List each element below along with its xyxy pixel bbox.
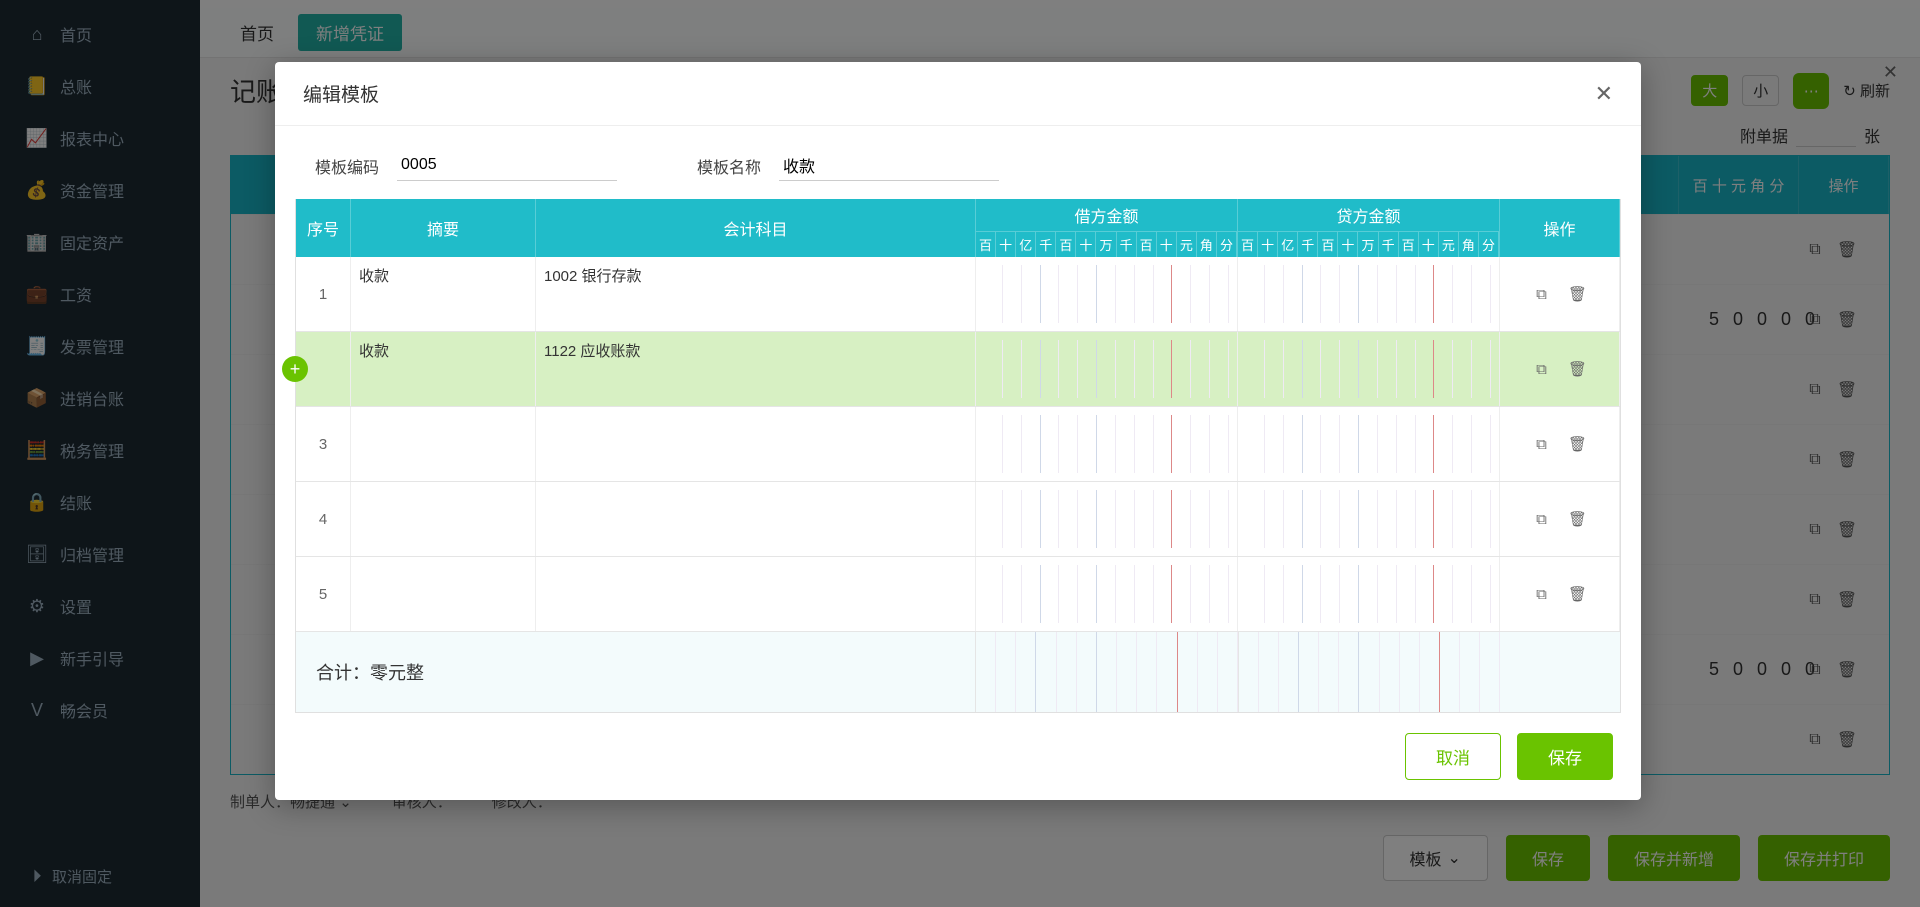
unit-cell: 十	[996, 232, 1016, 257]
copy-row-icon[interactable]: ⧉	[1533, 360, 1551, 378]
row-summary[interactable]	[351, 482, 536, 556]
amount-grid[interactable]	[976, 482, 1238, 556]
unit-cell: 亿	[1016, 232, 1036, 257]
template-code-input[interactable]	[397, 150, 617, 181]
delete-row-icon[interactable]: 🗑	[1569, 435, 1587, 453]
table-row: 收款1122 应收账款⧉🗑+	[296, 332, 1620, 407]
row-op: ⧉🗑	[1500, 332, 1620, 406]
amount-grid[interactable]	[976, 257, 1238, 331]
col-debit: 借方金额 百十亿千百十万千百十元角分	[976, 199, 1238, 257]
row-summary[interactable]	[351, 557, 536, 631]
unit-cell: 十	[1338, 232, 1358, 257]
unit-cell: 百	[1399, 232, 1419, 257]
table-row: 3⧉🗑	[296, 407, 1620, 482]
row-account[interactable]: 1122 应收账款	[536, 332, 976, 406]
modal-title: 编辑模板	[303, 80, 379, 107]
unit-cell: 百	[1137, 232, 1157, 257]
unit-cell: 亿	[1278, 232, 1298, 257]
edit-template-modal: 编辑模板 ✕ 模板编码 模板名称 序号 摘要 会计科目 借方金额 百十亿千百十万…	[275, 62, 1641, 800]
row-summary[interactable]: 收款	[351, 257, 536, 331]
unit-cell: 十	[1419, 232, 1439, 257]
row-op: ⧉🗑	[1500, 407, 1620, 481]
amount-grid[interactable]	[976, 407, 1238, 481]
template-name-input[interactable]	[779, 150, 999, 181]
unit-cell: 元	[1439, 232, 1459, 257]
table-row: 1收款1002 银行存款⧉🗑	[296, 257, 1620, 332]
col-account: 会计科目	[536, 199, 976, 257]
col-op: 操作	[1500, 199, 1620, 257]
unit-cell: 万	[1358, 232, 1378, 257]
col-index: 序号	[296, 199, 351, 257]
table-row: 4⧉🗑	[296, 482, 1620, 557]
row-index: 1	[296, 257, 351, 331]
row-account[interactable]: 1002 银行存款	[536, 257, 976, 331]
row-index: 3	[296, 407, 351, 481]
row-account[interactable]	[536, 482, 976, 556]
row-index: 5	[296, 557, 351, 631]
row-summary[interactable]: 收款	[351, 332, 536, 406]
unit-cell: 分	[1217, 232, 1237, 257]
unit-cell: 千	[1379, 232, 1399, 257]
save-button[interactable]: 保存	[1517, 733, 1613, 780]
template-name-label: 模板名称	[697, 154, 761, 178]
table-row: 5⧉🗑	[296, 557, 1620, 632]
row-account[interactable]	[536, 407, 976, 481]
unit-cell: 分	[1479, 232, 1499, 257]
unit-cell: 万	[1096, 232, 1116, 257]
delete-row-icon[interactable]: 🗑	[1569, 360, 1587, 378]
amount-grid[interactable]	[1238, 407, 1500, 481]
delete-row-icon[interactable]: 🗑	[1569, 510, 1587, 528]
unit-cell: 百	[976, 232, 996, 257]
unit-cell: 百	[1318, 232, 1338, 257]
unit-cell: 千	[1117, 232, 1137, 257]
row-summary[interactable]	[351, 407, 536, 481]
unit-cell: 千	[1036, 232, 1056, 257]
copy-row-icon[interactable]: ⧉	[1533, 510, 1551, 528]
unit-cell: 角	[1459, 232, 1479, 257]
row-op: ⧉🗑	[1500, 557, 1620, 631]
unit-cell: 十	[1157, 232, 1177, 257]
table-total-row: 合计：零元整	[296, 632, 1620, 712]
row-op: ⧉🗑	[1500, 257, 1620, 331]
col-summary: 摘要	[351, 199, 536, 257]
unit-cell: 百	[1056, 232, 1076, 257]
unit-cell: 角	[1197, 232, 1217, 257]
unit-cell: 百	[1238, 232, 1258, 257]
delete-row-icon[interactable]: 🗑	[1569, 285, 1587, 303]
amount-grid[interactable]	[976, 557, 1238, 631]
copy-row-icon[interactable]: ⧉	[1533, 585, 1551, 603]
template-code-label: 模板编码	[315, 154, 379, 178]
col-credit: 贷方金额 百十亿千百十万千百十元角分	[1238, 199, 1500, 257]
unit-cell: 十	[1076, 232, 1096, 257]
amount-grid[interactable]	[1238, 257, 1500, 331]
row-index: 4	[296, 482, 351, 556]
copy-row-icon[interactable]: ⧉	[1533, 435, 1551, 453]
amount-grid[interactable]	[1238, 332, 1500, 406]
unit-cell: 十	[1258, 232, 1278, 257]
delete-row-icon[interactable]: 🗑	[1569, 585, 1587, 603]
add-row-button[interactable]: +	[282, 356, 308, 382]
template-table: 序号 摘要 会计科目 借方金额 百十亿千百十万千百十元角分 贷方金额 百十亿千百…	[295, 199, 1621, 713]
amount-grid[interactable]	[1238, 557, 1500, 631]
cancel-button[interactable]: 取消	[1405, 733, 1501, 780]
unit-cell: 元	[1177, 232, 1197, 257]
copy-row-icon[interactable]: ⧉	[1533, 285, 1551, 303]
amount-grid[interactable]	[1238, 482, 1500, 556]
row-op: ⧉🗑	[1500, 482, 1620, 556]
amount-grid[interactable]	[976, 332, 1238, 406]
modal-close-button[interactable]: ✕	[1595, 81, 1613, 107]
unit-cell: 千	[1298, 232, 1318, 257]
row-account[interactable]	[536, 557, 976, 631]
